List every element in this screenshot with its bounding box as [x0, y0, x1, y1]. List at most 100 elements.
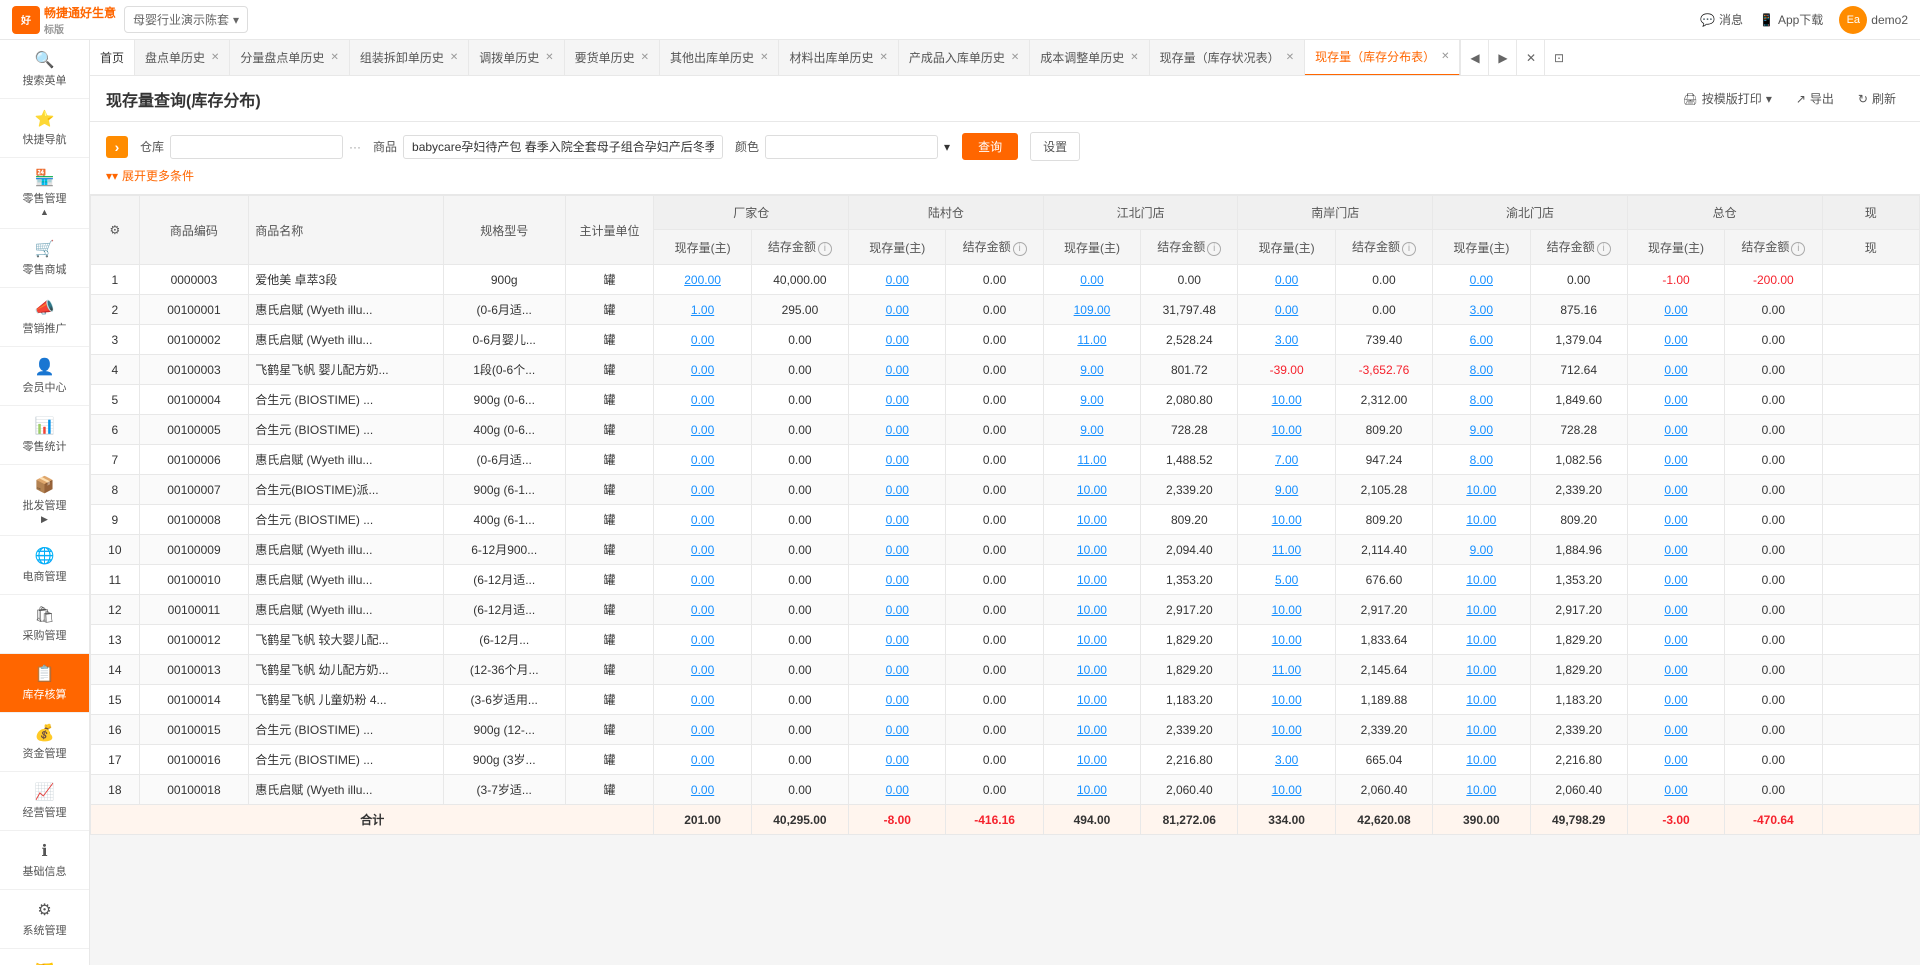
sidebar-item-collab[interactable]: 🤝 企业协同 [0, 949, 89, 965]
cell-cj-qty[interactable]: 1.00 [654, 295, 751, 325]
cell-total-qty[interactable]: 0.00 [1627, 385, 1724, 415]
tab-requisition[interactable]: 要货单历史 ✕ [565, 40, 660, 76]
tab-close-4[interactable]: ✕ [545, 52, 553, 63]
query-button[interactable]: 查询 [962, 133, 1018, 160]
warehouse-input[interactable] [170, 135, 343, 159]
info-icon-jb[interactable]: i [1207, 242, 1221, 256]
cell-lc-qty[interactable]: 0.00 [849, 355, 946, 385]
cell-jb-qty[interactable]: 10.00 [1043, 655, 1140, 685]
cell-total-qty[interactable]: 0.00 [1627, 565, 1724, 595]
tab-close-2[interactable]: ✕ [330, 52, 338, 63]
cell-total-qty[interactable]: 0.00 [1627, 655, 1724, 685]
cell-lc-qty[interactable]: 0.00 [849, 565, 946, 595]
cell-cj-qty[interactable]: 0.00 [654, 775, 751, 805]
cell-yb-qty[interactable]: 10.00 [1433, 505, 1530, 535]
tab-assembly[interactable]: 组装拆卸单历史 ✕ [350, 40, 469, 76]
tab-close-5[interactable]: ✕ [641, 52, 649, 63]
settings-button[interactable]: 设置 [1030, 132, 1080, 161]
cell-total-qty[interactable]: 0.00 [1627, 625, 1724, 655]
cell-na-qty[interactable]: 10.00 [1238, 715, 1335, 745]
tab-transfer[interactable]: 调拨单历史 ✕ [469, 40, 564, 76]
info-icon-lc[interactable]: i [1013, 242, 1027, 256]
cell-cj-qty[interactable]: 0.00 [654, 475, 751, 505]
cell-jb-qty[interactable]: 10.00 [1043, 565, 1140, 595]
industry-selector[interactable]: 母婴行业演示陈套 ▾ [124, 6, 248, 33]
cell-jb-qty[interactable]: 10.00 [1043, 535, 1140, 565]
cell-yb-qty[interactable]: 8.00 [1433, 355, 1530, 385]
info-icon-yb[interactable]: i [1597, 242, 1611, 256]
tab-close-1[interactable]: ✕ [211, 52, 219, 63]
tab-close-11[interactable]: ✕ [1441, 51, 1449, 62]
cell-cj-qty[interactable]: 0.00 [654, 655, 751, 685]
sidebar-item-retail-mgmt[interactable]: 🏪 零售管理 ▲ [0, 158, 89, 229]
cell-yb-qty[interactable]: 8.00 [1433, 445, 1530, 475]
cell-total-qty[interactable]: 0.00 [1627, 535, 1724, 565]
cell-lc-qty[interactable]: 0.00 [849, 505, 946, 535]
cell-lc-qty[interactable]: 0.00 [849, 775, 946, 805]
cell-jb-qty[interactable]: 9.00 [1043, 415, 1140, 445]
cell-na-qty[interactable]: 3.00 [1238, 745, 1335, 775]
cell-cj-qty[interactable]: 0.00 [654, 595, 751, 625]
tab-close-7[interactable]: ✕ [879, 52, 887, 63]
cell-lc-qty[interactable]: 0.00 [849, 655, 946, 685]
cell-total-qty[interactable]: 0.00 [1627, 715, 1724, 745]
cell-total-qty[interactable]: -1.00 [1627, 265, 1724, 295]
cell-cj-qty[interactable]: 0.00 [654, 535, 751, 565]
cell-total-qty[interactable]: 0.00 [1627, 415, 1724, 445]
cell-lc-qty[interactable]: 0.00 [849, 385, 946, 415]
cell-lc-qty[interactable]: 0.00 [849, 475, 946, 505]
cell-total-qty[interactable]: 0.00 [1627, 505, 1724, 535]
cell-cj-qty[interactable]: 0.00 [654, 625, 751, 655]
cell-cj-qty[interactable]: 0.00 [654, 505, 751, 535]
sidebar-item-system[interactable]: ⚙ 系统管理 [0, 890, 89, 949]
tab-close-8[interactable]: ✕ [1011, 52, 1019, 63]
cell-yb-qty[interactable]: 10.00 [1433, 625, 1530, 655]
cell-lc-qty[interactable]: 0.00 [849, 715, 946, 745]
cell-cj-qty[interactable]: 0.00 [654, 685, 751, 715]
cell-lc-qty[interactable]: 0.00 [849, 295, 946, 325]
cell-lc-qty[interactable]: 0.00 [849, 745, 946, 775]
print-btn[interactable]: 🖨 按模版打印 ▾ [1675, 86, 1780, 111]
tab-product-in[interactable]: 产成品入库单历史 ✕ [899, 40, 1030, 76]
sidebar-item-basic-info[interactable]: ℹ 基础信息 [0, 831, 89, 890]
cell-na-qty[interactable]: 11.00 [1238, 535, 1335, 565]
sidebar-item-search[interactable]: 🔍 搜索英单 [0, 40, 89, 99]
info-icon-total[interactable]: i [1791, 242, 1805, 256]
cell-yb-qty[interactable]: 10.00 [1433, 685, 1530, 715]
cell-total-qty[interactable]: 0.00 [1627, 595, 1724, 625]
cell-cj-qty[interactable]: 0.00 [654, 745, 751, 775]
cell-jb-qty[interactable]: 9.00 [1043, 385, 1140, 415]
cell-jb-qty[interactable]: 10.00 [1043, 775, 1140, 805]
tab-close-10[interactable]: ✕ [1286, 52, 1294, 63]
cell-total-qty[interactable]: 0.00 [1627, 775, 1724, 805]
cell-yb-qty[interactable]: 10.00 [1433, 655, 1530, 685]
cell-cj-qty[interactable]: 0.00 [654, 715, 751, 745]
cell-total-qty[interactable]: 0.00 [1627, 745, 1724, 775]
sidebar-item-purchase[interactable]: 🛍 采购管理 [0, 595, 89, 654]
tab-outbound[interactable]: 其他出库单历史 ✕ [660, 40, 779, 76]
cell-jb-qty[interactable]: 109.00 [1043, 295, 1140, 325]
info-icon-cj[interactable]: i [818, 242, 832, 256]
sidebar-item-quicknav[interactable]: ⭐ 快捷导航 [0, 99, 89, 158]
cell-lc-qty[interactable]: 0.00 [849, 625, 946, 655]
sidebar-item-inventory[interactable]: 📋 库存核算 [0, 654, 89, 713]
tab-home[interactable]: 首页 [90, 40, 135, 76]
cell-yb-qty[interactable]: 9.00 [1433, 415, 1530, 445]
cell-jb-qty[interactable]: 0.00 [1043, 265, 1140, 295]
sidebar-item-operation[interactable]: 📈 经营管理 [0, 772, 89, 831]
cell-total-qty[interactable]: 0.00 [1627, 295, 1724, 325]
color-input[interactable] [765, 135, 938, 159]
tab-cost-adjust[interactable]: 成本调整单历史 ✕ [1030, 40, 1149, 76]
cell-total-qty[interactable]: 0.00 [1627, 475, 1724, 505]
cell-jb-qty[interactable]: 11.00 [1043, 325, 1140, 355]
cell-cj-qty[interactable]: 0.00 [654, 325, 751, 355]
tab-next-btn[interactable]: ▶ [1488, 40, 1516, 76]
cell-na-qty[interactable]: 0.00 [1238, 265, 1335, 295]
cell-na-qty[interactable]: 10.00 [1238, 505, 1335, 535]
cell-jb-qty[interactable]: 10.00 [1043, 715, 1140, 745]
cell-jb-qty[interactable]: 10.00 [1043, 475, 1140, 505]
cell-total-qty[interactable]: 0.00 [1627, 325, 1724, 355]
message-btn[interactable]: 💬 消息 [1700, 11, 1743, 28]
expand-more-btn[interactable]: ▾▾ 展开更多条件 [106, 167, 1904, 184]
user-avatar[interactable]: Ea demo2 [1839, 6, 1908, 34]
